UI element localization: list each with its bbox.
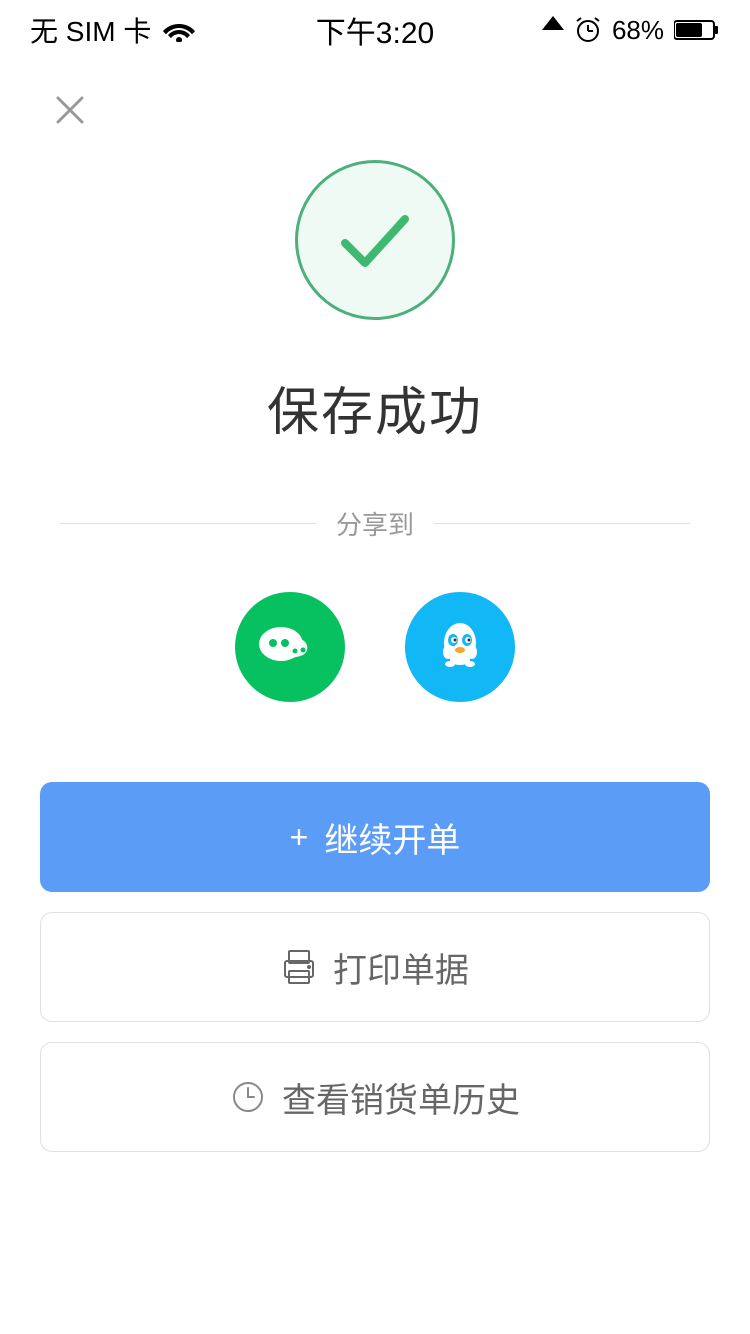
main-content: 保存成功 分享到: [0, 60, 750, 1152]
print-label: 打印单据: [333, 943, 469, 992]
close-button[interactable]: [40, 80, 100, 140]
print-button[interactable]: 打印单据: [40, 912, 710, 1022]
status-bar: 无 SIM 卡 下午3:20 68%: [0, 0, 750, 60]
continue-label: 继续开单: [324, 813, 460, 862]
battery-icon: [674, 18, 720, 42]
printer-icon: [281, 949, 317, 985]
status-right: 68%: [542, 15, 720, 46]
history-button[interactable]: 查看销货单历史: [40, 1042, 710, 1152]
divider-right: [434, 523, 690, 524]
status-left: 无 SIM 卡: [30, 10, 195, 50]
continue-button[interactable]: + 继续开单: [40, 782, 710, 892]
wechat-share-button[interactable]: [235, 592, 345, 702]
share-label: 分享到: [316, 505, 434, 542]
location-icon: [542, 16, 564, 44]
continue-icon: +: [290, 819, 309, 856]
checkmark-icon: [335, 205, 415, 275]
status-time: 下午3:20: [316, 8, 434, 52]
wifi-icon: [163, 18, 195, 42]
history-label: 查看销货单历史: [282, 1073, 520, 1122]
divider-left: [60, 523, 316, 524]
action-buttons: + 继续开单 打印单据 查看销货单历史: [0, 782, 750, 1152]
share-icons-container: [235, 592, 515, 702]
history-icon: [230, 1079, 266, 1115]
no-sim-text: 无 SIM 卡: [30, 10, 151, 50]
success-circle: [295, 160, 455, 320]
alarm-icon: [574, 16, 602, 44]
battery-text: 68%: [612, 15, 664, 46]
success-title: 保存成功: [267, 370, 483, 445]
qq-share-button[interactable]: [405, 592, 515, 702]
share-divider: 分享到: [0, 505, 750, 542]
